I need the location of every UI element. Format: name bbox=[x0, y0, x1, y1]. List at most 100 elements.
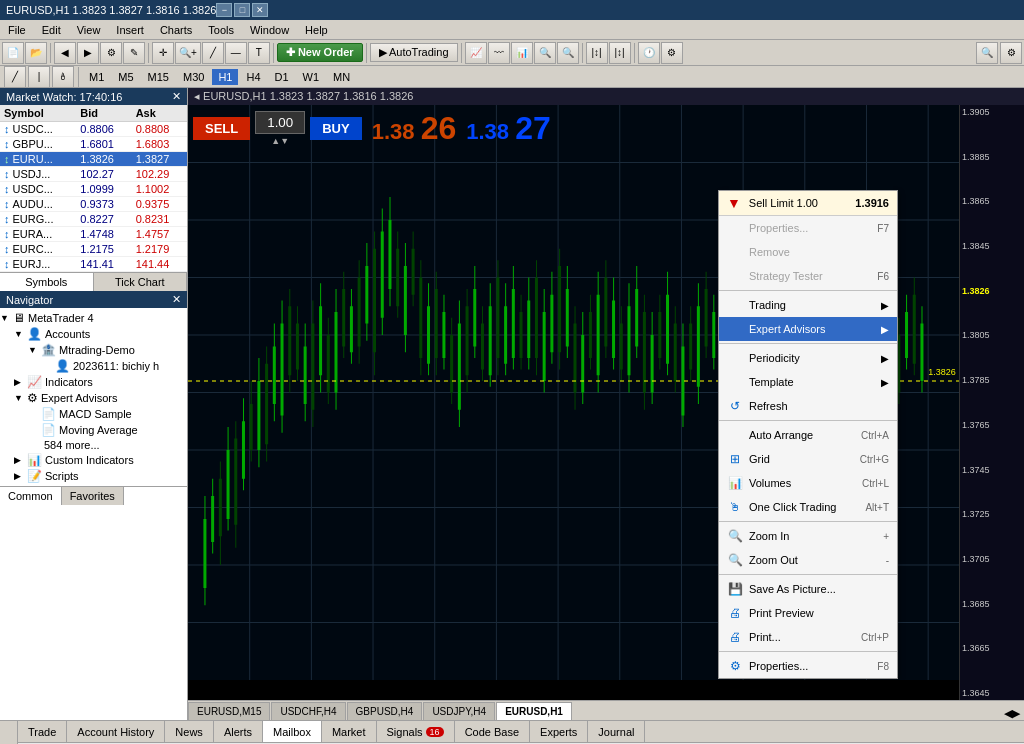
terminal-tab-journal[interactable]: Journal bbox=[588, 721, 645, 742]
navigator-item[interactable]: 📄 MACD Sample bbox=[0, 406, 187, 422]
nav-tab-common[interactable]: Common bbox=[0, 487, 62, 505]
navigator-item[interactable]: ▶ 📈 Indicators bbox=[0, 374, 187, 390]
crosshair-button[interactable]: ✛ bbox=[152, 42, 174, 64]
period-sep-button[interactable]: |↕| bbox=[586, 42, 608, 64]
cm-zoom-out[interactable]: 🔍 Zoom Out - bbox=[719, 548, 897, 572]
market-watch-row[interactable]: ↕EURC... 1.2175 1.2179 bbox=[0, 242, 187, 257]
volumes-button[interactable]: 📊 bbox=[511, 42, 533, 64]
market-watch-row[interactable]: ↕EURJ... 141.41 141.44 bbox=[0, 257, 187, 272]
market-watch-row[interactable]: ↕EURG... 0.8227 0.8231 bbox=[0, 212, 187, 227]
terminal-tab-news[interactable]: News bbox=[165, 721, 214, 742]
tf-h1[interactable]: H1 bbox=[212, 69, 238, 85]
menu-window[interactable]: Window bbox=[242, 20, 297, 39]
cm-expert-advisors[interactable]: Expert Advisors ▶ bbox=[719, 317, 897, 341]
menu-charts[interactable]: Charts bbox=[152, 20, 200, 39]
chart-tab-usdchfh4[interactable]: USDCHF,H4 bbox=[271, 702, 345, 720]
navigator-item[interactable]: ▼ ⚙ Expert Advisors bbox=[0, 390, 187, 406]
hline-button[interactable]: — bbox=[225, 42, 247, 64]
menu-help[interactable]: Help bbox=[297, 20, 336, 39]
navigator-item[interactable]: 👤 2023611: bichiy h bbox=[0, 358, 187, 374]
tf-btn-candle[interactable]: 🕯 bbox=[52, 66, 74, 88]
chart-tab-gbpusdh4[interactable]: GBPUSD,H4 bbox=[347, 702, 423, 720]
tf-h4[interactable]: H4 bbox=[240, 69, 266, 85]
zoom-out-chart-button[interactable]: 🔍 bbox=[557, 42, 579, 64]
terminal-tab-experts[interactable]: Experts bbox=[530, 721, 588, 742]
cm-trading[interactable]: Trading ▶ bbox=[719, 293, 897, 317]
cm-strategy-tester[interactable]: Strategy Tester F6 bbox=[719, 264, 897, 288]
tf-m1[interactable]: M1 bbox=[83, 69, 110, 85]
cm-properties[interactable]: ⚙ Properties... F8 bbox=[719, 654, 897, 678]
quantity-input[interactable] bbox=[255, 111, 305, 134]
terminal-tab-account-history[interactable]: Account History bbox=[67, 721, 165, 742]
tf-m5[interactable]: M5 bbox=[112, 69, 139, 85]
market-watch-row[interactable]: ↕USDC... 1.0999 1.1002 bbox=[0, 182, 187, 197]
cm-remove[interactable]: Remove bbox=[719, 240, 897, 264]
terminal-tab-mailbox[interactable]: Mailbox bbox=[263, 721, 322, 742]
forward-button[interactable]: ▶ bbox=[77, 42, 99, 64]
autotrading-button[interactable]: ▶ AutoTrading bbox=[370, 43, 458, 62]
metaeditor-button[interactable]: ✎ bbox=[123, 42, 145, 64]
tf-btn-line[interactable]: ╱ bbox=[4, 66, 26, 88]
cm-print-preview[interactable]: 🖨 Print Preview bbox=[719, 601, 897, 625]
tf-m15[interactable]: M15 bbox=[142, 69, 175, 85]
cm-save-as-picture[interactable]: 💾 Save As Picture... bbox=[719, 577, 897, 601]
back-button[interactable]: ◀ bbox=[54, 42, 76, 64]
clock-button[interactable]: 🕐 bbox=[638, 42, 660, 64]
market-watch-close[interactable]: ✕ bbox=[172, 90, 181, 103]
sell-button[interactable]: SELL bbox=[193, 117, 250, 140]
minimize-button[interactable]: − bbox=[216, 3, 232, 17]
zoom-chart-button[interactable]: 🔍 bbox=[534, 42, 556, 64]
chart-tab-usdjpyh4[interactable]: USDJPY,H4 bbox=[423, 702, 495, 720]
chart-tab-eurusdm15[interactable]: EURUSD,M15 bbox=[188, 702, 270, 720]
line-button[interactable]: ╱ bbox=[202, 42, 224, 64]
navigator-item[interactable]: 584 more... bbox=[0, 438, 187, 452]
tf-w1[interactable]: W1 bbox=[297, 69, 326, 85]
navigator-item[interactable]: ▶ 📝 Scripts bbox=[0, 468, 187, 484]
terminal-left-tab[interactable]: Terminal bbox=[0, 721, 18, 744]
terminal-tab-market[interactable]: Market bbox=[322, 721, 377, 742]
market-watch-row[interactable]: ↕AUDU... 0.9373 0.9375 bbox=[0, 197, 187, 212]
tab-symbols[interactable]: Symbols bbox=[0, 273, 94, 291]
navigator-item[interactable]: ▼ 👤 Accounts bbox=[0, 326, 187, 342]
navigator-item[interactable]: ▼ 🏦 Mtrading-Demo bbox=[0, 342, 187, 358]
text-button[interactable]: T bbox=[248, 42, 270, 64]
cm-volumes[interactable]: 📊 Volumes Ctrl+L bbox=[719, 471, 897, 495]
tf-mn[interactable]: MN bbox=[327, 69, 356, 85]
chart-tab-eurusdh1[interactable]: EURUSD,H1 bbox=[496, 702, 572, 720]
cm-print[interactable]: 🖨 Print... Ctrl+P bbox=[719, 625, 897, 649]
chart-content[interactable]: 1.3826 1.3905 1.3885 1.3865 1.3845 1.382… bbox=[188, 105, 1024, 700]
navigator-item[interactable]: ▶ 📊 Custom Indicators bbox=[0, 452, 187, 468]
market-watch-row[interactable]: ↕USDC... 0.8806 0.8808 bbox=[0, 122, 187, 137]
cm-properties-grey[interactable]: Properties... F7 bbox=[719, 216, 897, 240]
cm-refresh[interactable]: ↺ Refresh bbox=[719, 394, 897, 418]
menu-tools[interactable]: Tools bbox=[200, 20, 242, 39]
terminal-tab-codebase[interactable]: Code Base bbox=[455, 721, 530, 742]
buy-button[interactable]: BUY bbox=[310, 117, 361, 140]
cm-periodicity[interactable]: Periodicity ▶ bbox=[719, 346, 897, 370]
menu-insert[interactable]: Insert bbox=[108, 20, 152, 39]
cm-template[interactable]: Template ▶ bbox=[719, 370, 897, 394]
nav-tab-favorites[interactable]: Favorites bbox=[62, 487, 124, 505]
context-menu[interactable]: ▼ Sell Limit 1.00 1.3916 Properties... F… bbox=[718, 190, 898, 679]
cm-zoom-in[interactable]: 🔍 Zoom In + bbox=[719, 524, 897, 548]
tf-m30[interactable]: M30 bbox=[177, 69, 210, 85]
config-button[interactable]: ⚙ bbox=[1000, 42, 1022, 64]
options-button[interactable]: ⚙ bbox=[661, 42, 683, 64]
new-chart-button[interactable]: 📄 bbox=[2, 42, 24, 64]
market-watch-row[interactable]: ↕GBPU... 1.6801 1.6803 bbox=[0, 137, 187, 152]
open-button[interactable]: 📂 bbox=[25, 42, 47, 64]
maximize-button[interactable]: □ bbox=[234, 3, 250, 17]
menu-edit[interactable]: Edit bbox=[34, 20, 69, 39]
menu-file[interactable]: File bbox=[0, 20, 34, 39]
cm-auto-arrange[interactable]: Auto Arrange Ctrl+A bbox=[719, 423, 897, 447]
cm-one-click-trading[interactable]: 🖱 One Click Trading Alt+T bbox=[719, 495, 897, 519]
navigator-item[interactable]: ▼ 🖥 MetaTrader 4 bbox=[0, 310, 187, 326]
terminal-tab-signals[interactable]: Signals 16 bbox=[377, 721, 455, 742]
new-order-button[interactable]: ✚ New Order bbox=[277, 43, 363, 62]
chart-scroll-left[interactable]: ◀ bbox=[1004, 707, 1012, 720]
market-watch-row[interactable]: ↕USDJ... 102.27 102.29 bbox=[0, 167, 187, 182]
search-button[interactable]: 🔍 bbox=[976, 42, 998, 64]
market-watch-row[interactable]: ↕EURU... 1.3826 1.3827 bbox=[0, 152, 187, 167]
oscillators-button[interactable]: 〰 bbox=[488, 42, 510, 64]
market-watch-row[interactable]: ↕EURA... 1.4748 1.4757 bbox=[0, 227, 187, 242]
